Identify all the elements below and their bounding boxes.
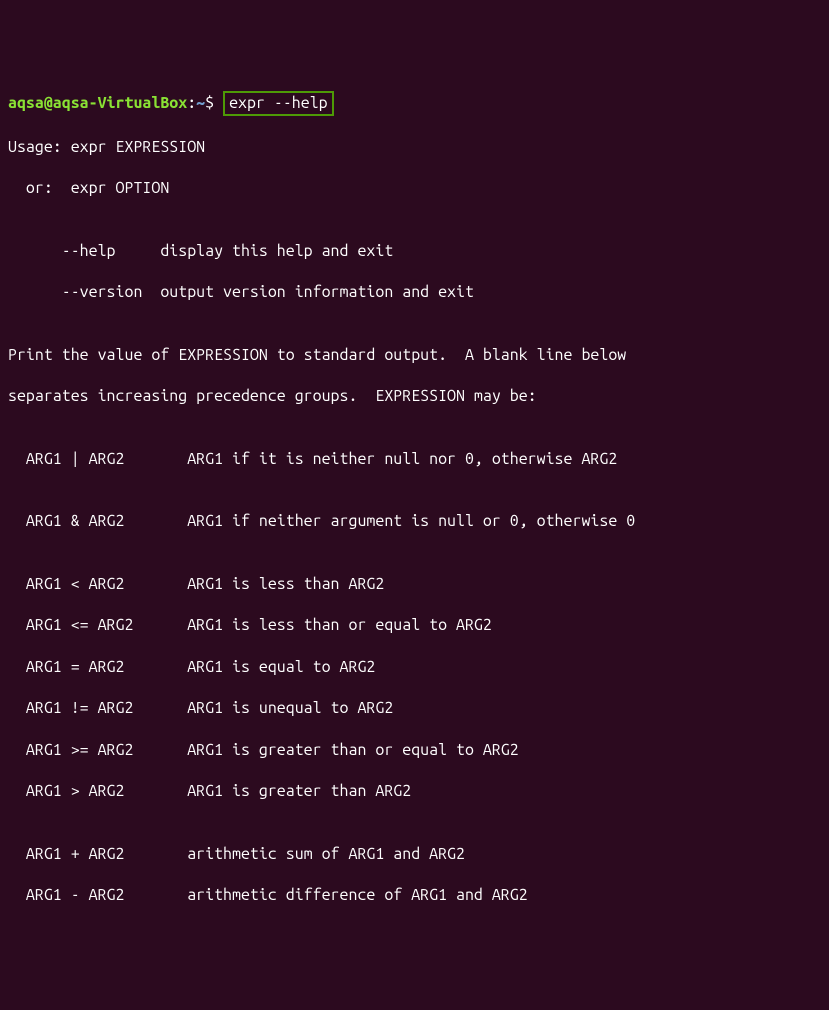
prompt-line: aqsa@aqsa-VirtualBox:~$ expr --help [8, 91, 821, 116]
command-input[interactable]: expr --help [223, 91, 334, 116]
output-line: ARG1 - ARG2 arithmetic difference of ARG… [8, 885, 821, 906]
output-line: ARG1 & ARG2 ARG1 if neither argument is … [8, 511, 821, 532]
output-line: Usage: expr EXPRESSION [8, 137, 821, 158]
output-line: ARG1 < ARG2 ARG1 is less than ARG2 [8, 574, 821, 595]
prompt-user-host: aqsa@aqsa-VirtualBox [8, 94, 187, 112]
output-line: ARG1 + ARG2 arithmetic sum of ARG1 and A… [8, 844, 821, 865]
prompt-path: ~ [196, 94, 205, 112]
output-line: ARG1 <= ARG2 ARG1 is less than or equal … [8, 615, 821, 636]
output-line: --version output version information and… [8, 282, 821, 303]
output-line: Print the value of EXPRESSION to standar… [8, 345, 821, 366]
output-line: ARG1 = ARG2 ARG1 is equal to ARG2 [8, 657, 821, 678]
output-line: ARG1 != ARG2 ARG1 is unequal to ARG2 [8, 698, 821, 719]
output-line: --help display this help and exit [8, 241, 821, 262]
output-line: ARG1 | ARG2 ARG1 if it is neither null n… [8, 449, 821, 470]
prompt-colon: : [187, 94, 196, 112]
output-line: separates increasing precedence groups. … [8, 386, 821, 407]
prompt-dollar: $ [205, 94, 223, 112]
output-line: ARG1 > ARG2 ARG1 is greater than ARG2 [8, 781, 821, 802]
output-line: ARG1 >= ARG2 ARG1 is greater than or equ… [8, 740, 821, 761]
output-line: or: expr OPTION [8, 178, 821, 199]
